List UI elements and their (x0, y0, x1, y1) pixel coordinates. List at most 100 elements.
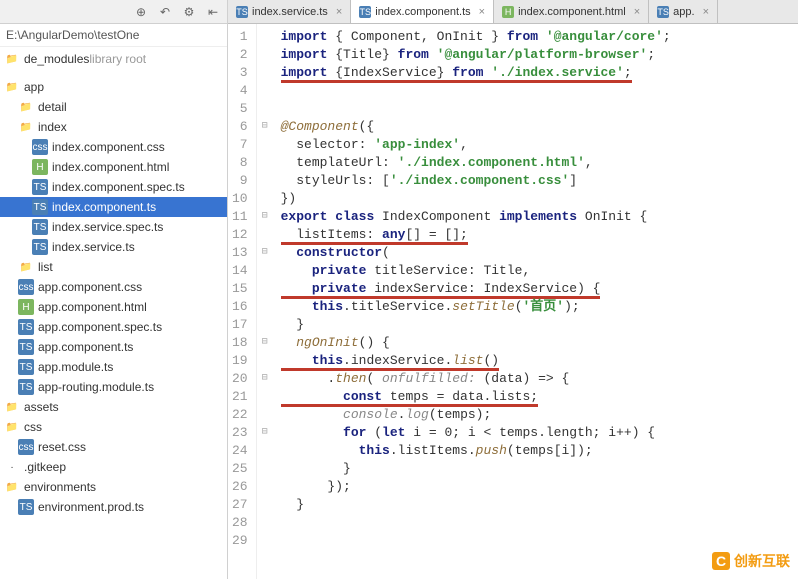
code-line[interactable]: console.log(temps); (281, 406, 790, 424)
code-line[interactable]: import {Title} from '@angular/platform-b… (281, 46, 790, 64)
css-icon: css (32, 139, 48, 155)
code-area[interactable]: import { Component, OnInit } from '@angu… (273, 24, 798, 579)
tree-item[interactable]: 📁de_modules library root (0, 49, 227, 69)
watermark: C 创新互联 (712, 551, 790, 571)
ts-icon: TS (18, 379, 34, 395)
code-line[interactable]: import {IndexService} from './index.serv… (281, 64, 790, 82)
tree-item[interactable]: 📁index (0, 117, 227, 137)
html-icon: H (18, 299, 34, 315)
code-line[interactable]: } (281, 316, 790, 334)
tree-item-label: app.component.html (38, 300, 147, 314)
tree-item[interactable]: 📁environments (0, 477, 227, 497)
tree-item-label: environment.prod.ts (38, 500, 144, 514)
tree-item-suffix: library root (89, 52, 146, 66)
code-line[interactable]: for (let i = 0; i < temps.length; i++) { (281, 424, 790, 442)
code-line[interactable]: export class IndexComponent implements O… (281, 208, 790, 226)
tree-item[interactable]: 📁list (0, 257, 227, 277)
editor-tab[interactable]: TSapp.× (649, 0, 718, 23)
tree-item[interactable]: cssindex.component.css (0, 137, 227, 157)
folder-icon: 📁 (4, 399, 20, 415)
tree-item-label: app.module.ts (38, 360, 113, 374)
gear-icon[interactable]: ⚙ (179, 2, 199, 22)
ts-icon: TS (657, 6, 669, 18)
target-icon[interactable]: ⊕ (131, 2, 151, 22)
code-line[interactable]: }) (281, 190, 790, 208)
tree-item[interactable]: TSindex.component.spec.ts (0, 177, 227, 197)
code-line[interactable]: @Component({ (281, 118, 790, 136)
file-icon: · (4, 459, 20, 475)
tree-item[interactable]: TSapp.component.ts (0, 337, 227, 357)
code-line[interactable] (281, 514, 790, 532)
tree-item[interactable]: ·.gitkeep (0, 457, 227, 477)
close-icon[interactable]: × (336, 6, 342, 18)
code-line[interactable]: listItems: any[] = []; (281, 226, 790, 244)
back-icon[interactable]: ↶ (155, 2, 175, 22)
code-line[interactable] (281, 82, 790, 100)
line-gutter: 1234567891011121314151617181920212223242… (228, 24, 257, 579)
tree-item-label: app.component.ts (38, 340, 133, 354)
code-line[interactable]: .then( onfulfilled: (data) => { (281, 370, 790, 388)
editor-tab[interactable]: TSindex.component.ts× (351, 0, 494, 23)
code-line[interactable]: const temps = data.lists; (281, 388, 790, 406)
code-line[interactable]: styleUrls: ['./index.component.css'] (281, 172, 790, 190)
tree-item[interactable]: 📁detail (0, 97, 227, 117)
fold-column: ⊟⊟⊟⊟⊟⊟ (257, 24, 273, 579)
tree-item[interactable]: cssapp.component.css (0, 277, 227, 297)
code-line[interactable]: selector: 'app-index', (281, 136, 790, 154)
code-line[interactable]: } (281, 496, 790, 514)
code-line[interactable]: this.indexService.list() (281, 352, 790, 370)
code-line[interactable]: templateUrl: './index.component.html', (281, 154, 790, 172)
project-path: E:\AngularDemo\testOne (0, 24, 227, 47)
code-line[interactable]: } (281, 460, 790, 478)
tree-item[interactable]: Happ.component.html (0, 297, 227, 317)
close-icon[interactable]: × (634, 6, 640, 18)
code-line[interactable]: import { Component, OnInit } from '@angu… (281, 28, 790, 46)
tree-item[interactable]: TS app.module.ts (0, 357, 227, 377)
close-icon[interactable]: × (479, 6, 485, 18)
code-line[interactable]: private titleService: Title, (281, 262, 790, 280)
tree-item[interactable]: TSindex.component.ts (0, 197, 227, 217)
tree-item[interactable]: TSindex.service.spec.ts (0, 217, 227, 237)
tree-item-label: app.component.spec.ts (38, 320, 162, 334)
tree-item-label: index (38, 120, 67, 134)
close-icon[interactable]: × (703, 6, 709, 18)
tree-item-label: app.component.css (38, 280, 142, 294)
tree-item[interactable]: 📁 app (0, 77, 227, 97)
code-line[interactable] (281, 100, 790, 118)
tree-item[interactable]: 📁 css (0, 417, 227, 437)
tree-item[interactable]: TSapp.component.spec.ts (0, 317, 227, 337)
tree-item[interactable]: TSindex.service.ts (0, 237, 227, 257)
code-line[interactable]: this.titleService.setTitle('首页'); (281, 298, 790, 316)
code-line[interactable]: ngOnInit() { (281, 334, 790, 352)
tree-item[interactable]: Hindex.component.html (0, 157, 227, 177)
folder-icon: 📁 (4, 419, 20, 435)
tree-item[interactable]: css reset.css (0, 437, 227, 457)
editor-tab[interactable]: TSindex.service.ts× (228, 0, 351, 23)
tree-item-label: app (24, 80, 44, 94)
folder-icon: 📁 (18, 259, 34, 275)
editor-tabs: TSindex.service.ts×TSindex.component.ts×… (228, 0, 798, 24)
tree-item-label: css (24, 420, 42, 434)
folder-icon: 📁 (4, 79, 20, 95)
tree-item-label: index.component.html (52, 160, 169, 174)
ts-icon: TS (32, 239, 48, 255)
code-line[interactable]: }); (281, 478, 790, 496)
tree-item-label: reset.css (38, 440, 86, 454)
code-line[interactable]: constructor( (281, 244, 790, 262)
ts-icon: TS (32, 199, 48, 215)
code-line[interactable]: this.listItems.push(temps[i]); (281, 442, 790, 460)
ts-icon: TS (18, 359, 34, 375)
tree-item[interactable]: TSenvironment.prod.ts (0, 497, 227, 517)
ts-icon: TS (32, 219, 48, 235)
code-line[interactable] (281, 532, 790, 550)
tree-item[interactable]: 📁assets (0, 397, 227, 417)
css-icon: css (18, 439, 34, 455)
code-line[interactable]: private indexService: IndexService) { (281, 280, 790, 298)
editor-tab[interactable]: Hindex.component.html× (494, 0, 649, 23)
watermark-icon: C (712, 552, 730, 570)
tree-item[interactable]: TSapp-routing.module.ts (0, 377, 227, 397)
tree-item-label: environments (24, 480, 96, 494)
html-icon: H (502, 6, 514, 18)
collapse-icon[interactable]: ⇤ (203, 2, 223, 22)
code-editor[interactable]: 1234567891011121314151617181920212223242… (228, 24, 798, 579)
